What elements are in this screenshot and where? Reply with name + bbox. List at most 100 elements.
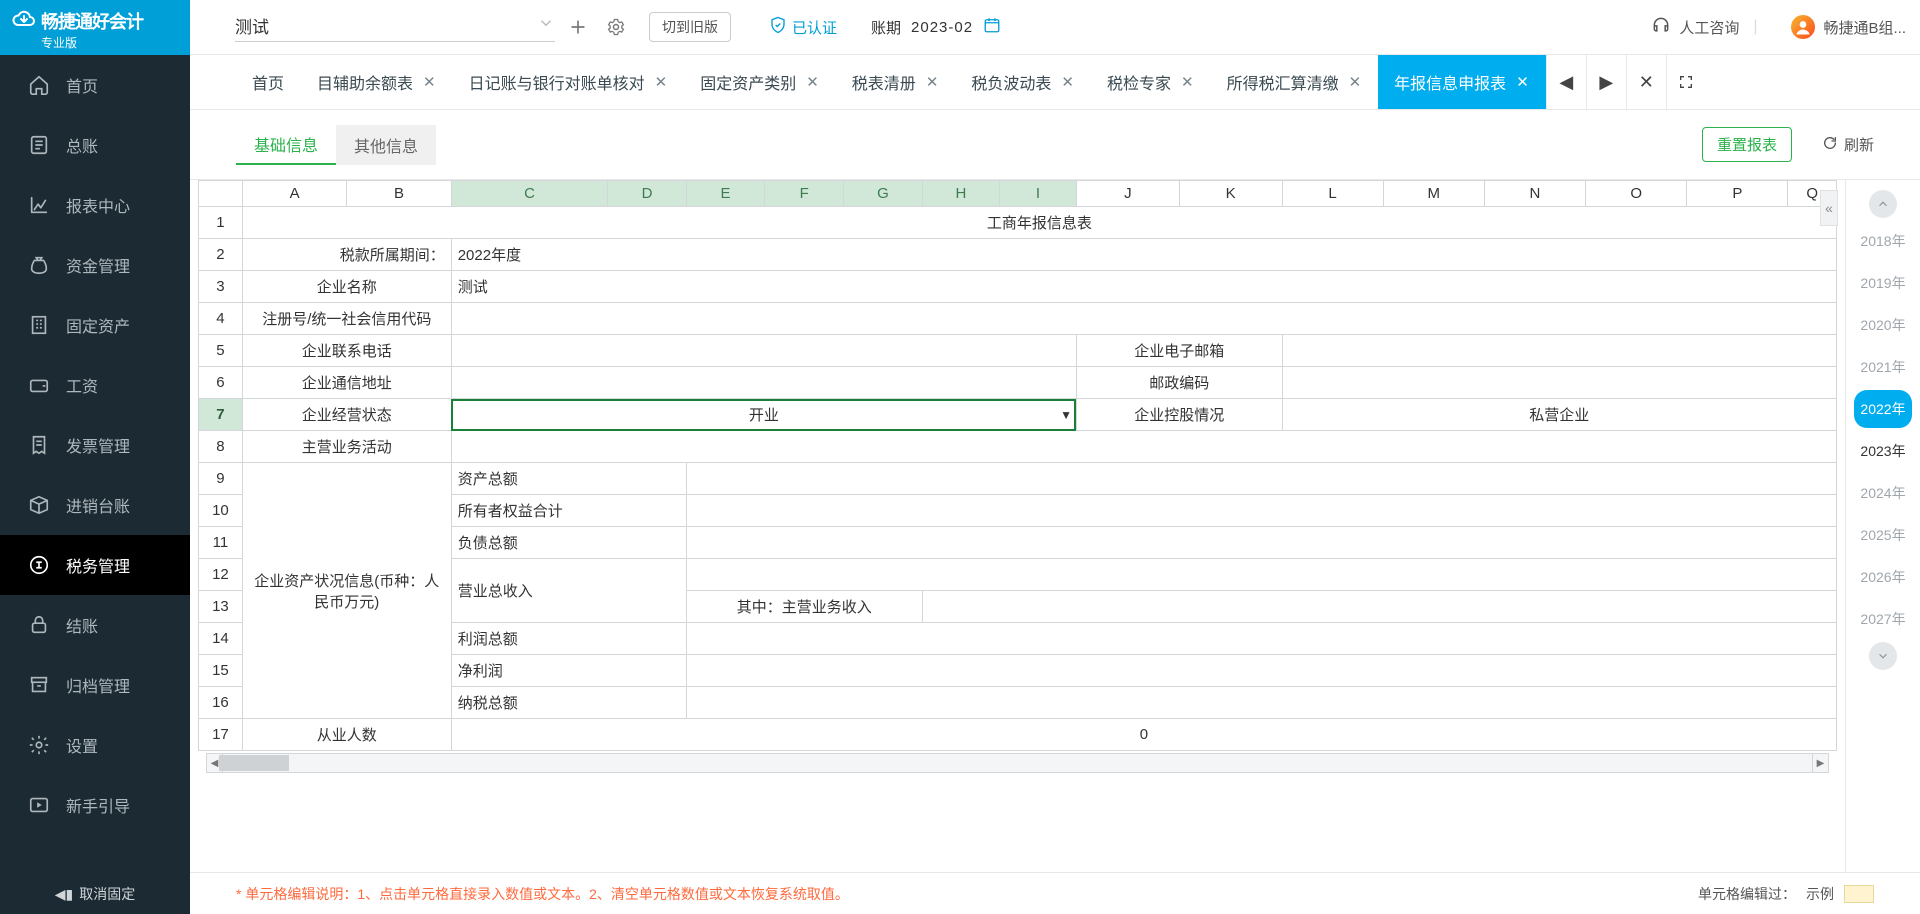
value-cell[interactable]: [686, 623, 1836, 655]
tabs-scroll-right[interactable]: ▶: [1586, 55, 1626, 109]
tabs-scroll-left[interactable]: ◀: [1546, 55, 1586, 109]
row-header[interactable]: 3: [199, 271, 243, 303]
sidebar-pin-toggle[interactable]: ◀▮ 取消固定: [0, 874, 190, 914]
nav-settings[interactable]: 设置: [0, 715, 190, 775]
spreadsheet[interactable]: A B C D E F G H I J K L M N O: [198, 180, 1837, 872]
close-icon[interactable]: ✕: [926, 73, 939, 91]
status-dropdown-cell[interactable]: 开业▼: [451, 399, 1076, 431]
nav-tax[interactable]: 税务管理: [0, 535, 190, 595]
tab-annual-report[interactable]: 年报信息申报表✕: [1378, 55, 1546, 109]
row-header[interactable]: 11: [199, 527, 243, 559]
value-cell[interactable]: 私营企业: [1282, 399, 1836, 431]
tabs-fullscreen[interactable]: [1666, 55, 1706, 109]
col-header[interactable]: L: [1282, 181, 1383, 207]
company-settings-button[interactable]: [601, 12, 631, 42]
row-header[interactable]: 17: [199, 719, 243, 751]
row-header[interactable]: 7: [199, 399, 243, 431]
nav-guide[interactable]: 新手引导: [0, 775, 190, 835]
value-cell[interactable]: [686, 655, 1836, 687]
col-header[interactable]: B: [347, 181, 451, 207]
nav-salary[interactable]: 工资: [0, 355, 190, 415]
close-icon[interactable]: ✕: [1516, 73, 1529, 91]
col-header[interactable]: C: [451, 181, 608, 207]
close-icon[interactable]: ✕: [1349, 73, 1362, 91]
row-header[interactable]: 10: [199, 495, 243, 527]
row-header[interactable]: 14: [199, 623, 243, 655]
refresh-button[interactable]: 刷新: [1822, 134, 1874, 155]
col-header[interactable]: N: [1484, 181, 1585, 207]
col-header[interactable]: H: [922, 181, 999, 207]
value-cell[interactable]: [1282, 367, 1836, 399]
row-header[interactable]: 13: [199, 591, 243, 623]
nav-home[interactable]: 首页: [0, 55, 190, 115]
period-value-cell[interactable]: 2022年度: [451, 239, 1836, 271]
col-header[interactable]: M: [1383, 181, 1484, 207]
col-header[interactable]: O: [1586, 181, 1687, 207]
nav-ledger[interactable]: 总账: [0, 115, 190, 175]
value-cell[interactable]: [686, 559, 1836, 591]
value-cell[interactable]: [451, 335, 1076, 367]
tab-fixed-asset-class[interactable]: 固定资产类别✕: [684, 55, 836, 109]
row-header[interactable]: 9: [199, 463, 243, 495]
tab-home[interactable]: 首页: [236, 55, 301, 109]
year-option[interactable]: 2018年: [1846, 222, 1920, 260]
value-cell[interactable]: [686, 527, 1836, 559]
horizontal-scrollbar[interactable]: ◀▶: [206, 753, 1829, 773]
close-icon[interactable]: ✕: [1181, 73, 1194, 91]
nav-archive[interactable]: 归档管理: [0, 655, 190, 715]
subtab-basic-info[interactable]: 基础信息: [236, 125, 336, 165]
row-header[interactable]: 15: [199, 655, 243, 687]
year-option[interactable]: 2027年: [1846, 600, 1920, 638]
subtab-other-info[interactable]: 其他信息: [336, 125, 436, 165]
close-icon[interactable]: ✕: [1061, 73, 1074, 91]
col-header[interactable]: J: [1076, 181, 1179, 207]
value-cell[interactable]: [1282, 335, 1836, 367]
year-option[interactable]: 2020年: [1846, 306, 1920, 344]
year-option[interactable]: 2021年: [1846, 348, 1920, 386]
nav-funds[interactable]: 资金管理: [0, 235, 190, 295]
year-option[interactable]: 2024年: [1846, 474, 1920, 512]
value-cell[interactable]: [451, 303, 1836, 335]
close-icon[interactable]: ✕: [806, 73, 819, 91]
tab-journal-bank[interactable]: 日记账与银行对账单核对✕: [453, 55, 685, 109]
year-option[interactable]: 2023年: [1846, 432, 1920, 470]
row-header[interactable]: 8: [199, 431, 243, 463]
tab-aux-balance[interactable]: 目辅助余额表✕: [301, 55, 453, 109]
col-header[interactable]: P: [1687, 181, 1788, 207]
row-header[interactable]: 5: [199, 335, 243, 367]
year-scroll-up[interactable]: [1869, 190, 1897, 218]
value-cell[interactable]: [686, 687, 1836, 719]
col-header[interactable]: G: [844, 181, 923, 207]
year-option[interactable]: 2025年: [1846, 516, 1920, 554]
switch-old-version-button[interactable]: 切到旧版: [649, 12, 731, 42]
row-header[interactable]: 1: [199, 207, 243, 239]
row-header[interactable]: 2: [199, 239, 243, 271]
support-link[interactable]: 人工咨询: [1651, 15, 1739, 39]
close-icon[interactable]: ✕: [655, 73, 668, 91]
tabs-close-all[interactable]: ✕: [1626, 55, 1666, 109]
value-cell[interactable]: [451, 431, 1836, 463]
col-header[interactable]: F: [765, 181, 844, 207]
tab-tax-fluctuation[interactable]: 税负波动表✕: [955, 55, 1091, 109]
nav-close-books[interactable]: 结账: [0, 595, 190, 655]
company-selector[interactable]: 测试: [235, 13, 555, 42]
close-icon[interactable]: ✕: [423, 73, 436, 91]
row-header[interactable]: 6: [199, 367, 243, 399]
nav-fixed-assets[interactable]: 固定资产: [0, 295, 190, 355]
col-header[interactable]: K: [1179, 181, 1282, 207]
value-cell[interactable]: [922, 591, 1836, 623]
value-cell[interactable]: [451, 367, 1076, 399]
year-option[interactable]: 2026年: [1846, 558, 1920, 596]
row-header[interactable]: 12: [199, 559, 243, 591]
row-header[interactable]: 4: [199, 303, 243, 335]
col-header[interactable]: D: [608, 181, 686, 207]
accounting-period[interactable]: 账期 2023-02: [871, 16, 1001, 38]
year-scroll-down[interactable]: [1869, 642, 1897, 670]
nav-reports[interactable]: 报表中心: [0, 175, 190, 235]
year-rail-collapse[interactable]: «: [1820, 190, 1838, 226]
col-header[interactable]: I: [1000, 181, 1077, 207]
year-option-active[interactable]: 2022年: [1854, 390, 1912, 428]
row-header[interactable]: 16: [199, 687, 243, 719]
tab-tax-expert[interactable]: 税检专家✕: [1091, 55, 1211, 109]
nav-inventory[interactable]: 进销台账: [0, 475, 190, 535]
